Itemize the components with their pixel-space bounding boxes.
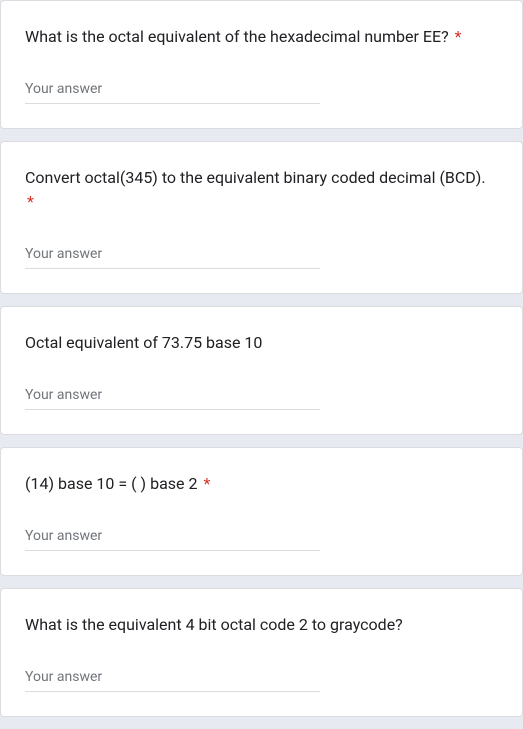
answer-field-wrap [25,242,320,269]
answer-input[interactable] [25,665,320,692]
question-text-wrap: What is the octal equivalent of the hexa… [25,25,498,49]
question-card: What is the equivalent 4 bit octal code … [0,588,523,717]
answer-field-wrap [25,524,320,551]
question-text: What is the octal equivalent of the hexa… [25,27,449,46]
question-text-wrap: Octal equivalent of 73.75 base 10 [25,331,498,355]
question-text-wrap: (14) base 10 = ( ) base 2 * [25,472,498,496]
answer-input[interactable] [25,383,320,410]
answer-field-wrap [25,383,320,410]
question-text: (14) base 10 = ( ) base 2 [25,474,197,493]
question-card: What is the octal equivalent of the hexa… [0,0,523,129]
required-marker: * [455,27,462,46]
required-marker: * [203,474,210,493]
question-card: (14) base 10 = ( ) base 2 * [0,447,523,576]
answer-input[interactable] [25,242,320,269]
question-text: What is the equivalent 4 bit octal code … [25,615,403,634]
answer-input[interactable] [25,77,320,104]
question-card: Octal equivalent of 73.75 base 10 [0,306,523,435]
question-text-wrap: What is the equivalent 4 bit octal code … [25,613,498,637]
question-text: Octal equivalent of 73.75 base 10 [25,333,262,352]
required-marker: * [27,192,34,211]
question-text: Convert octal(345) to the equivalent bin… [25,168,486,187]
question-card: Convert octal(345) to the equivalent bin… [0,141,523,294]
question-text-wrap: Convert octal(345) to the equivalent bin… [25,166,498,214]
answer-field-wrap [25,665,320,692]
answer-input[interactable] [25,524,320,551]
answer-field-wrap [25,77,320,104]
